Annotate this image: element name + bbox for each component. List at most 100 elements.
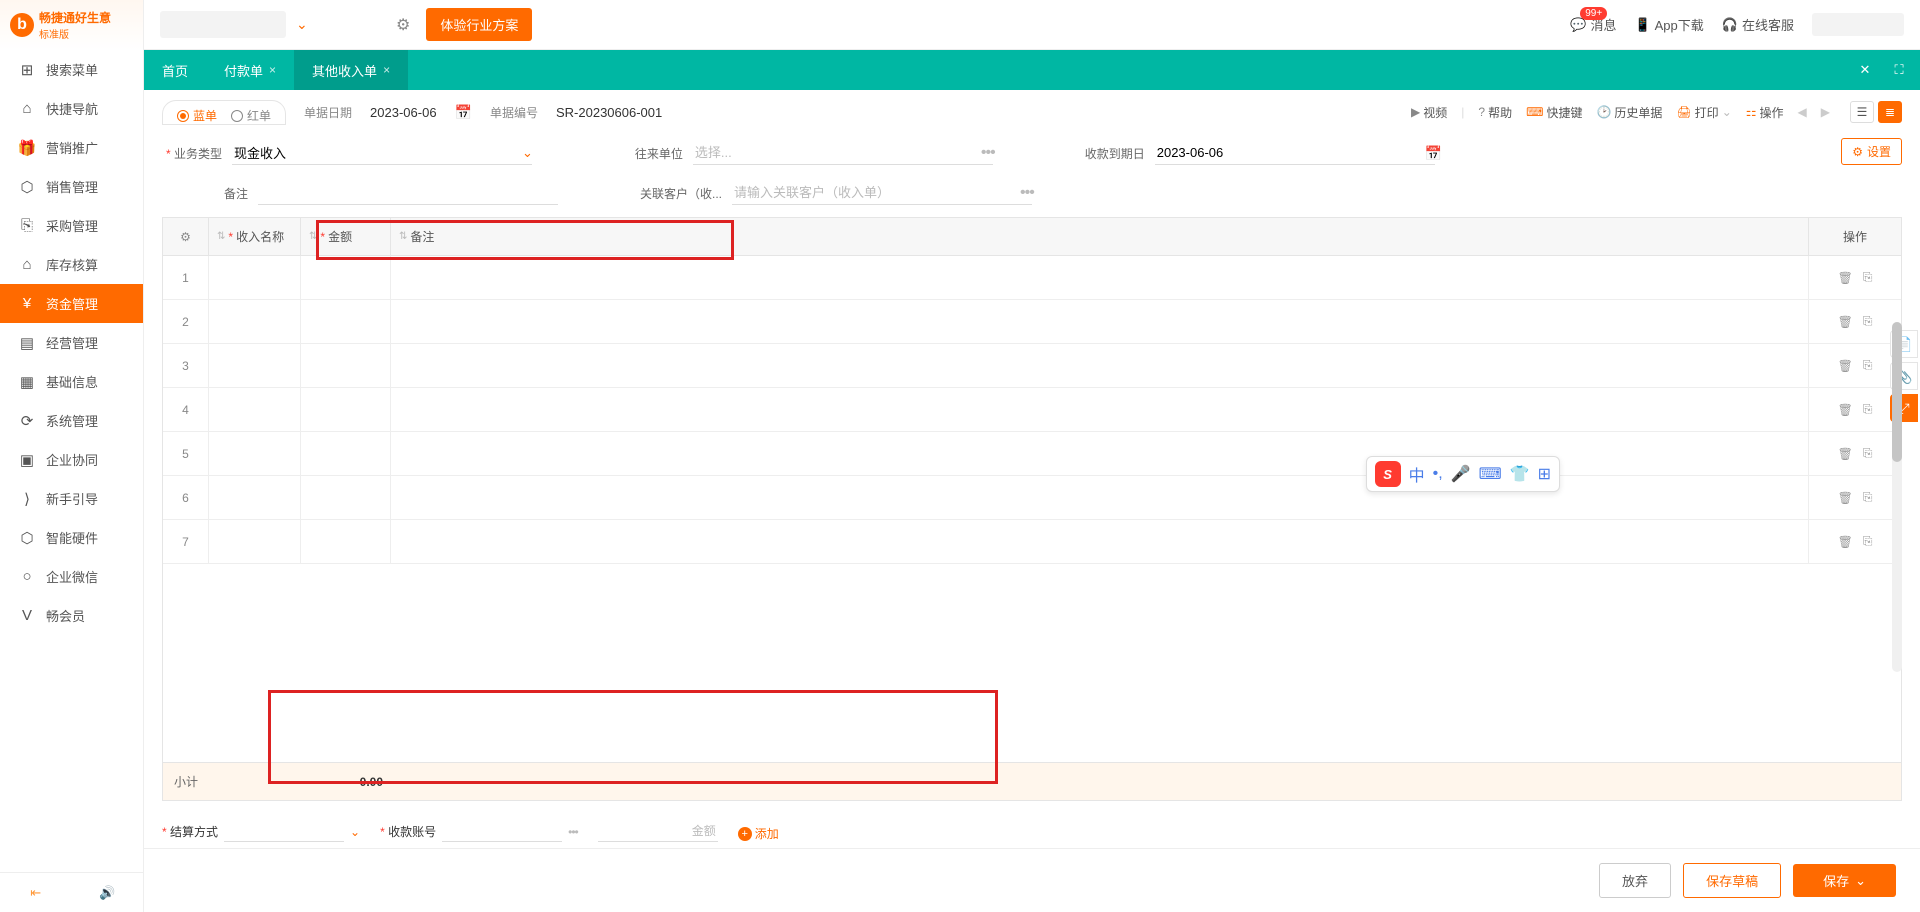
- collapse-icon[interactable]: ⇤: [0, 873, 72, 912]
- cell-amount[interactable]: [301, 344, 391, 387]
- settle-amount-input[interactable]: [598, 821, 718, 842]
- sidebar-item-14[interactable]: V畅会员: [0, 596, 143, 635]
- ime-lang[interactable]: 中: [1409, 462, 1425, 486]
- remark-input[interactable]: [258, 181, 558, 205]
- prev-icon[interactable]: ◀: [1798, 105, 1807, 119]
- scrollbar[interactable]: [1892, 322, 1902, 672]
- copy-icon[interactable]: ⎘: [1863, 270, 1873, 285]
- tab-0[interactable]: 首页: [144, 50, 206, 90]
- settings-button[interactable]: ⚙设置: [1841, 138, 1902, 165]
- cell-remark[interactable]: [391, 476, 1809, 519]
- sidebar-item-3[interactable]: ⬡销售管理: [0, 167, 143, 206]
- next-icon[interactable]: ▶: [1821, 105, 1830, 119]
- video-button[interactable]: ▶视频: [1411, 104, 1447, 121]
- copy-icon[interactable]: ⎘: [1863, 446, 1873, 461]
- sidebar-item-9[interactable]: ⟳系统管理: [0, 401, 143, 440]
- cell-name[interactable]: [209, 476, 301, 519]
- chevron-down-icon[interactable]: ⌄: [350, 825, 360, 839]
- col-amount[interactable]: ⇅*金额: [301, 218, 391, 255]
- save-draft-button[interactable]: 保存草稿: [1683, 863, 1781, 898]
- discard-button[interactable]: 放弃: [1599, 863, 1671, 898]
- cell-remark[interactable]: [391, 300, 1809, 343]
- experience-button[interactable]: 体验行业方案: [426, 8, 532, 41]
- cell-amount[interactable]: [301, 432, 391, 475]
- print-button[interactable]: 🖨打印⌄: [1676, 104, 1731, 121]
- gear-icon[interactable]: ⚙: [390, 15, 416, 35]
- view-detail-button[interactable]: ≣: [1878, 101, 1902, 123]
- sidebar-item-10[interactable]: ▣企业协同: [0, 440, 143, 479]
- cell-remark[interactable]: [391, 256, 1809, 299]
- save-button[interactable]: 保存⌄: [1793, 864, 1896, 897]
- sidebar-item-1[interactable]: ⌂快捷导航: [0, 89, 143, 128]
- app-download-button[interactable]: 📱 App下载: [1634, 15, 1703, 34]
- copy-icon[interactable]: ⎘: [1863, 358, 1873, 373]
- col-name[interactable]: ⇅*收入名称: [209, 218, 301, 255]
- copy-icon[interactable]: ⎘: [1863, 490, 1873, 505]
- cell-remark[interactable]: [391, 344, 1809, 387]
- ime-grid-icon[interactable]: ⊞: [1538, 464, 1551, 484]
- history-button[interactable]: 🕑历史单据: [1596, 104, 1662, 121]
- delete-icon[interactable]: 🗑: [1838, 315, 1853, 329]
- sidebar-item-11[interactable]: ⟩新手引导: [0, 479, 143, 518]
- cell-amount[interactable]: [301, 520, 391, 563]
- sidebar-item-7[interactable]: ▤经营管理: [0, 323, 143, 362]
- more-icon[interactable]: •••: [981, 144, 995, 162]
- cell-remark[interactable]: [391, 432, 1809, 475]
- table-row[interactable]: 5🗑⎘: [163, 432, 1901, 476]
- close-icon[interactable]: ×: [269, 63, 276, 77]
- cell-name[interactable]: [209, 520, 301, 563]
- user-placeholder[interactable]: [1812, 13, 1904, 36]
- cell-amount[interactable]: [301, 256, 391, 299]
- cell-amount[interactable]: [301, 476, 391, 519]
- ime-skin-icon[interactable]: 👕: [1510, 464, 1530, 484]
- table-row[interactable]: 2🗑⎘: [163, 300, 1901, 344]
- cell-name[interactable]: [209, 432, 301, 475]
- cell-name[interactable]: [209, 344, 301, 387]
- ime-punct-icon[interactable]: •,: [1433, 465, 1443, 483]
- view-list-button[interactable]: ☰: [1850, 101, 1874, 123]
- shortcut-button[interactable]: ⌨快捷键: [1526, 104, 1582, 121]
- more-icon[interactable]: •••: [568, 825, 578, 839]
- table-row[interactable]: 3🗑⎘: [163, 344, 1901, 388]
- sidebar-item-8[interactable]: ▦基础信息: [0, 362, 143, 401]
- delete-icon[interactable]: 🗑: [1838, 359, 1853, 373]
- sidebar-item-2[interactable]: 🎁营销推广: [0, 128, 143, 167]
- table-row[interactable]: 6🗑⎘: [163, 476, 1901, 520]
- sidebar-item-6[interactable]: ¥资金管理: [0, 284, 143, 323]
- add-settlement-button[interactable]: + 添加: [738, 825, 779, 842]
- cell-name[interactable]: [209, 388, 301, 431]
- sound-icon[interactable]: 🔊: [72, 873, 144, 912]
- sidebar-item-5[interactable]: ⌂库存核算: [0, 245, 143, 284]
- sidebar-item-12[interactable]: ⬡智能硬件: [0, 518, 143, 557]
- help-button[interactable]: ?帮助: [1478, 104, 1512, 121]
- messages-button[interactable]: 💬 消息 99+: [1570, 15, 1616, 34]
- settle-method-input[interactable]: [224, 821, 344, 842]
- sidebar-item-4[interactable]: ⎘采购管理: [0, 206, 143, 245]
- table-row[interactable]: 7🗑⎘: [163, 520, 1901, 564]
- sidebar-item-13[interactable]: ○企业微信: [0, 557, 143, 596]
- cell-amount[interactable]: [301, 300, 391, 343]
- more-icon[interactable]: •••: [1020, 184, 1034, 202]
- unit-input[interactable]: [693, 141, 993, 165]
- tab-close-button[interactable]: ✕: [1850, 55, 1880, 85]
- radio-blue[interactable]: 蓝单: [177, 107, 217, 124]
- calendar-icon[interactable]: 📅: [1425, 145, 1442, 162]
- tab-expand-button[interactable]: ⛶: [1884, 55, 1914, 85]
- tab-2[interactable]: 其他收入单×: [294, 50, 408, 90]
- delete-icon[interactable]: 🗑: [1838, 403, 1853, 417]
- customer-input[interactable]: [732, 181, 1032, 205]
- sidebar-item-0[interactable]: ⊞搜索菜单: [0, 50, 143, 89]
- cell-name[interactable]: [209, 300, 301, 343]
- col-remark[interactable]: ⇅备注: [391, 218, 1809, 255]
- cell-amount[interactable]: [301, 388, 391, 431]
- radio-red[interactable]: 红单: [231, 107, 271, 124]
- delete-icon[interactable]: 🗑: [1838, 535, 1853, 549]
- close-icon[interactable]: ×: [383, 63, 390, 77]
- ops-button[interactable]: ⚏操作: [1746, 104, 1784, 121]
- delete-icon[interactable]: 🗑: [1838, 271, 1853, 285]
- table-row[interactable]: 1🗑⎘: [163, 256, 1901, 300]
- date-value[interactable]: 2023-06-06: [370, 105, 437, 120]
- cell-remark[interactable]: [391, 388, 1809, 431]
- delete-icon[interactable]: 🗑: [1838, 491, 1853, 505]
- copy-icon[interactable]: ⎘: [1863, 402, 1873, 417]
